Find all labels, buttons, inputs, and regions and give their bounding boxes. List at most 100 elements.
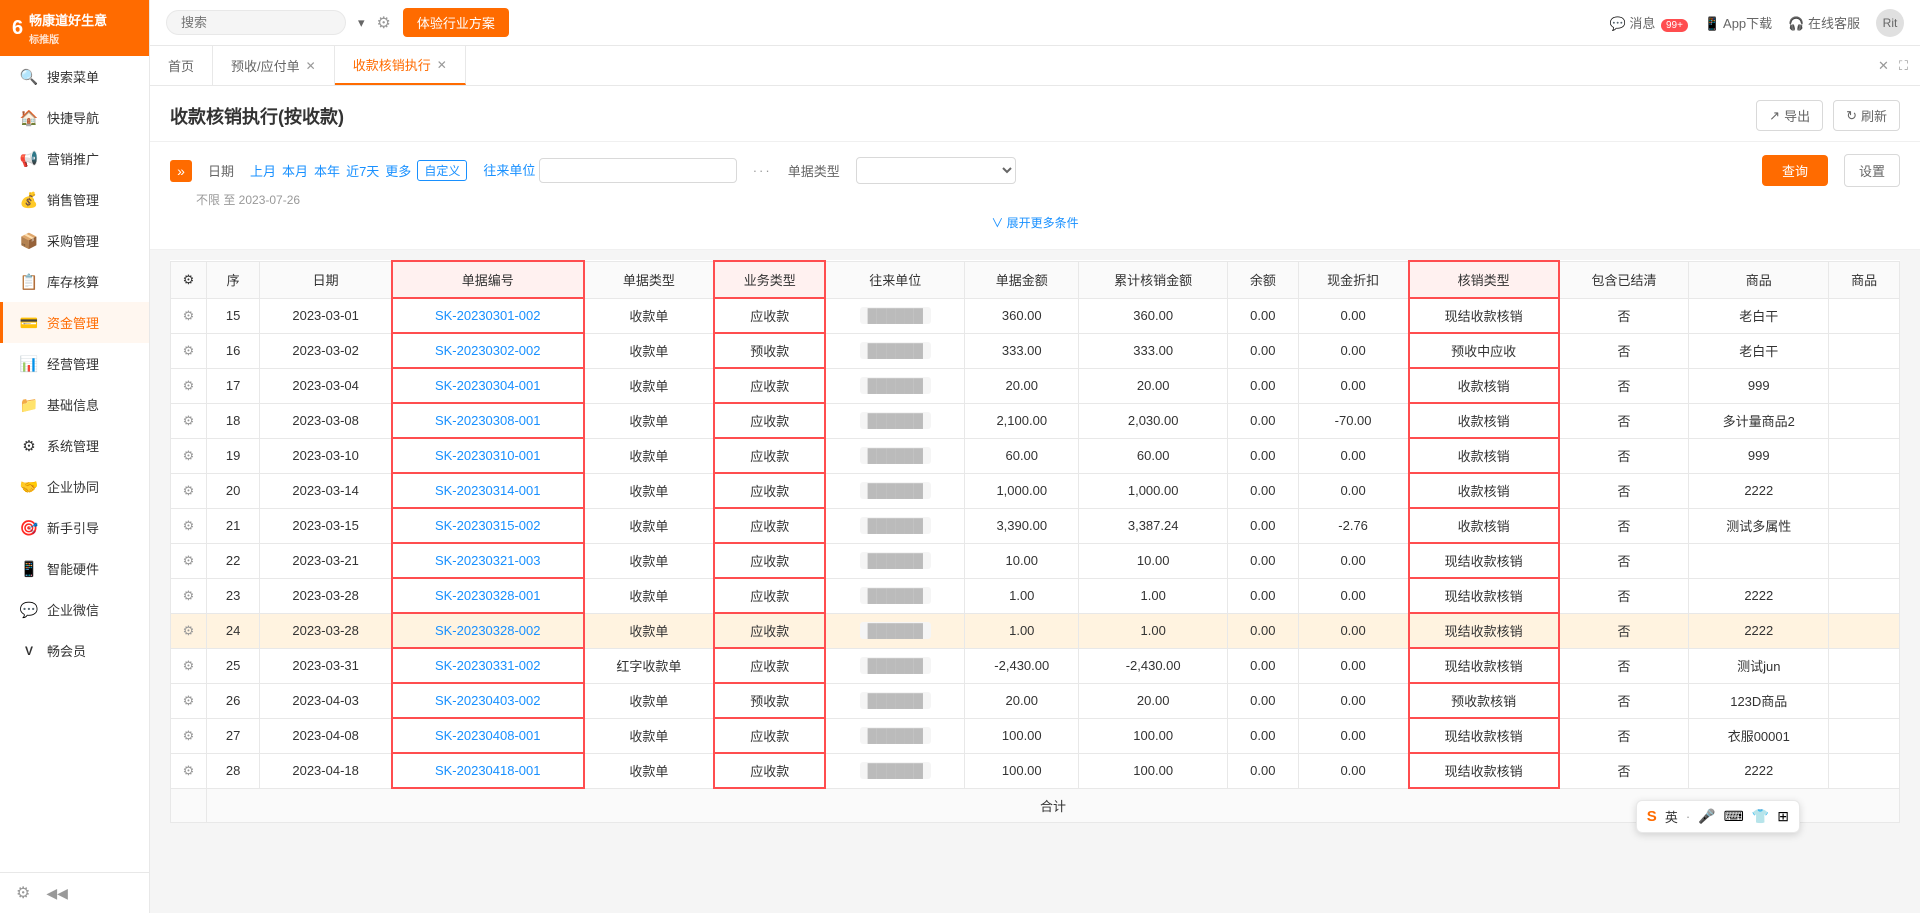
td-settings[interactable]: ⚙ xyxy=(171,683,207,718)
collapse-icon[interactable]: ◀◀ xyxy=(46,885,68,902)
data-table: ⚙ 序 日期 单据编号 单据类型 业务类型 往来单位 单据金额 累计核销金额 余… xyxy=(170,260,1900,823)
float-mic-icon[interactable]: 🎤 xyxy=(1698,808,1715,825)
topbar-settings-icon[interactable]: ⚙ xyxy=(377,13,391,33)
td-goods2 xyxy=(1829,298,1900,333)
sidebar-item-label: 快捷导航 xyxy=(47,108,99,127)
sidebar-item-guide[interactable]: 🎯 新手引导 xyxy=(0,507,149,548)
td-settings[interactable]: ⚙ xyxy=(171,648,207,683)
sidebar-item-system[interactable]: ⚙ 系统管理 xyxy=(0,425,149,466)
filter-this-year[interactable]: 本年 xyxy=(314,161,340,180)
sidebar-item-basic[interactable]: 📁 基础信息 xyxy=(0,384,149,425)
sidebar-item-inventory[interactable]: 📋 库存核算 xyxy=(0,261,149,302)
td-settings[interactable]: ⚙ xyxy=(171,298,207,333)
online-service-link[interactable]: 🎧 在线客服 xyxy=(1788,13,1860,32)
messages-icon[interactable]: 💬 消息 99+ xyxy=(1610,13,1688,32)
filter-settings-button[interactable]: 设置 xyxy=(1844,154,1900,187)
sidebar-item-hardware[interactable]: 📱 智能硬件 xyxy=(0,548,149,589)
td-settings[interactable]: ⚙ xyxy=(171,613,207,648)
filter-this-month[interactable]: 本月 xyxy=(282,161,308,180)
td-settings[interactable]: ⚙ xyxy=(171,753,207,788)
topbar-right: 💬 消息 99+ 📱 App下载 🎧 在线客服 Rit xyxy=(1610,9,1904,37)
td-settings[interactable]: ⚙ xyxy=(171,718,207,753)
filter-doc-type-select[interactable] xyxy=(856,157,1016,184)
float-grid-icon[interactable]: ⊞ xyxy=(1777,808,1789,825)
td-settings[interactable]: ⚙ xyxy=(171,403,207,438)
td-discount: 0.00 xyxy=(1298,438,1408,473)
td-amount: 60.00 xyxy=(965,438,1079,473)
td-biz-type: 应收款 xyxy=(714,508,825,543)
tabs-fullscreen-icon[interactable]: ⛶ xyxy=(1899,58,1908,74)
page-content: 收款核销执行(按收款) ↗ 导出 ↻ 刷新 » 日期 上月 本月 xyxy=(150,86,1920,913)
td-row-no: 24 xyxy=(207,613,260,648)
td-row-no: 26 xyxy=(207,683,260,718)
settings-icon[interactable]: ⚙ xyxy=(16,883,30,903)
td-biz-type: 应收款 xyxy=(714,753,825,788)
td-include-cleared: 否 xyxy=(1559,753,1689,788)
td-date: 2023-03-15 xyxy=(260,508,392,543)
sidebar-item-capital[interactable]: 💳 资金管理 xyxy=(0,302,149,343)
topbar-search-input[interactable] xyxy=(166,10,346,35)
refresh-icon: ↻ xyxy=(1846,108,1857,124)
td-goods2 xyxy=(1829,718,1900,753)
page-header-actions: ↗ 导出 ↻ 刷新 xyxy=(1756,100,1900,131)
filter-partner-input[interactable] xyxy=(539,158,737,183)
td-cancel-type: 收款核销 xyxy=(1409,368,1559,403)
table-row: ⚙ 26 2023-04-03 SK-20230403-002 收款单 预收款 … xyxy=(171,683,1900,718)
filter-more[interactable]: 更多 xyxy=(385,161,411,180)
industry-solution-button[interactable]: 体验行业方案 xyxy=(403,8,509,37)
expand-more-conditions[interactable]: ∨ 展开更多条件 xyxy=(170,208,1900,237)
filter-7days[interactable]: 近7天 xyxy=(346,161,379,180)
td-cancel-type: 收款核销 xyxy=(1409,403,1559,438)
topbar-dropdown-icon[interactable]: ▾ xyxy=(358,15,365,31)
filter-expand-button[interactable]: » xyxy=(170,160,192,182)
td-doc-type: 收款单 xyxy=(584,753,715,788)
sidebar-item-purchase[interactable]: 📦 采购管理 xyxy=(0,220,149,261)
app-download-link[interactable]: 📱 App下载 xyxy=(1704,13,1772,32)
tab-home[interactable]: 首页 xyxy=(150,46,213,85)
tabs-bar: 首页 预收/应付单 ✕ 收款核销执行 ✕ ✕ ⛶ xyxy=(150,46,1920,86)
th-partner: 往来单位 xyxy=(825,261,964,298)
enterprise-icon: 🤝 xyxy=(19,478,39,496)
float-shirt-icon[interactable]: 👕 xyxy=(1752,808,1769,825)
sidebar-item-wechat[interactable]: 💬 企业微信 xyxy=(0,589,149,630)
user-avatar[interactable]: Rit xyxy=(1876,9,1904,37)
tab-collection-close[interactable]: ✕ xyxy=(437,58,447,72)
tab-payable[interactable]: 预收/应付单 ✕ xyxy=(213,46,335,85)
sidebar-item-marketing[interactable]: 📢 营销推广 xyxy=(0,138,149,179)
tabs-close-all-icon[interactable]: ✕ xyxy=(1878,58,1889,74)
filter-custom-button[interactable]: 自定义 xyxy=(417,160,467,181)
td-cancel-type: 收款核销 xyxy=(1409,438,1559,473)
th-settings[interactable]: ⚙ xyxy=(171,261,207,298)
td-discount: 0.00 xyxy=(1298,578,1408,613)
td-settings[interactable]: ⚙ xyxy=(171,543,207,578)
td-doc-no: SK-20230310-001 xyxy=(392,438,584,473)
sidebar-item-quicknav[interactable]: 🏠 快捷导航 xyxy=(0,97,149,138)
td-settings[interactable]: ⚙ xyxy=(171,333,207,368)
sidebar-item-sales[interactable]: 💰 销售管理 xyxy=(0,179,149,220)
th-biz-type: 业务类型 xyxy=(714,261,825,298)
td-doc-no: SK-20230321-003 xyxy=(392,543,584,578)
export-button[interactable]: ↗ 导出 xyxy=(1756,100,1823,131)
td-settings[interactable]: ⚙ xyxy=(171,368,207,403)
float-keyboard-icon[interactable]: ⌨ xyxy=(1724,808,1744,825)
refresh-button[interactable]: ↻ 刷新 xyxy=(1833,100,1900,131)
tab-collection[interactable]: 收款核销执行 ✕ xyxy=(335,46,466,85)
td-date: 2023-03-01 xyxy=(260,298,392,333)
sidebar-item-label: 资金管理 xyxy=(47,313,99,332)
logo-sub: 标推版 xyxy=(29,31,107,46)
sidebar-item-search[interactable]: 🔍 搜索菜单 xyxy=(0,56,149,97)
sidebar-item-enterprise[interactable]: 🤝 企业协同 xyxy=(0,466,149,507)
td-settings[interactable]: ⚙ xyxy=(171,578,207,613)
sidebar-item-operation[interactable]: 📊 经营管理 xyxy=(0,343,149,384)
sidebar-item-member[interactable]: V 畅会员 xyxy=(0,630,149,671)
td-settings[interactable]: ⚙ xyxy=(171,438,207,473)
sidebar-logo: 6 畅康道好生意 标推版 xyxy=(0,0,149,56)
hardware-icon: 📱 xyxy=(19,560,39,578)
td-settings[interactable]: ⚙ xyxy=(171,508,207,543)
filter-last-month[interactable]: 上月 xyxy=(250,161,276,180)
tab-payable-close[interactable]: ✕ xyxy=(306,59,316,73)
td-include-cleared: 否 xyxy=(1559,473,1689,508)
query-button[interactable]: 查询 xyxy=(1762,155,1828,186)
td-settings[interactable]: ⚙ xyxy=(171,473,207,508)
td-doc-no: SK-20230301-002 xyxy=(392,298,584,333)
